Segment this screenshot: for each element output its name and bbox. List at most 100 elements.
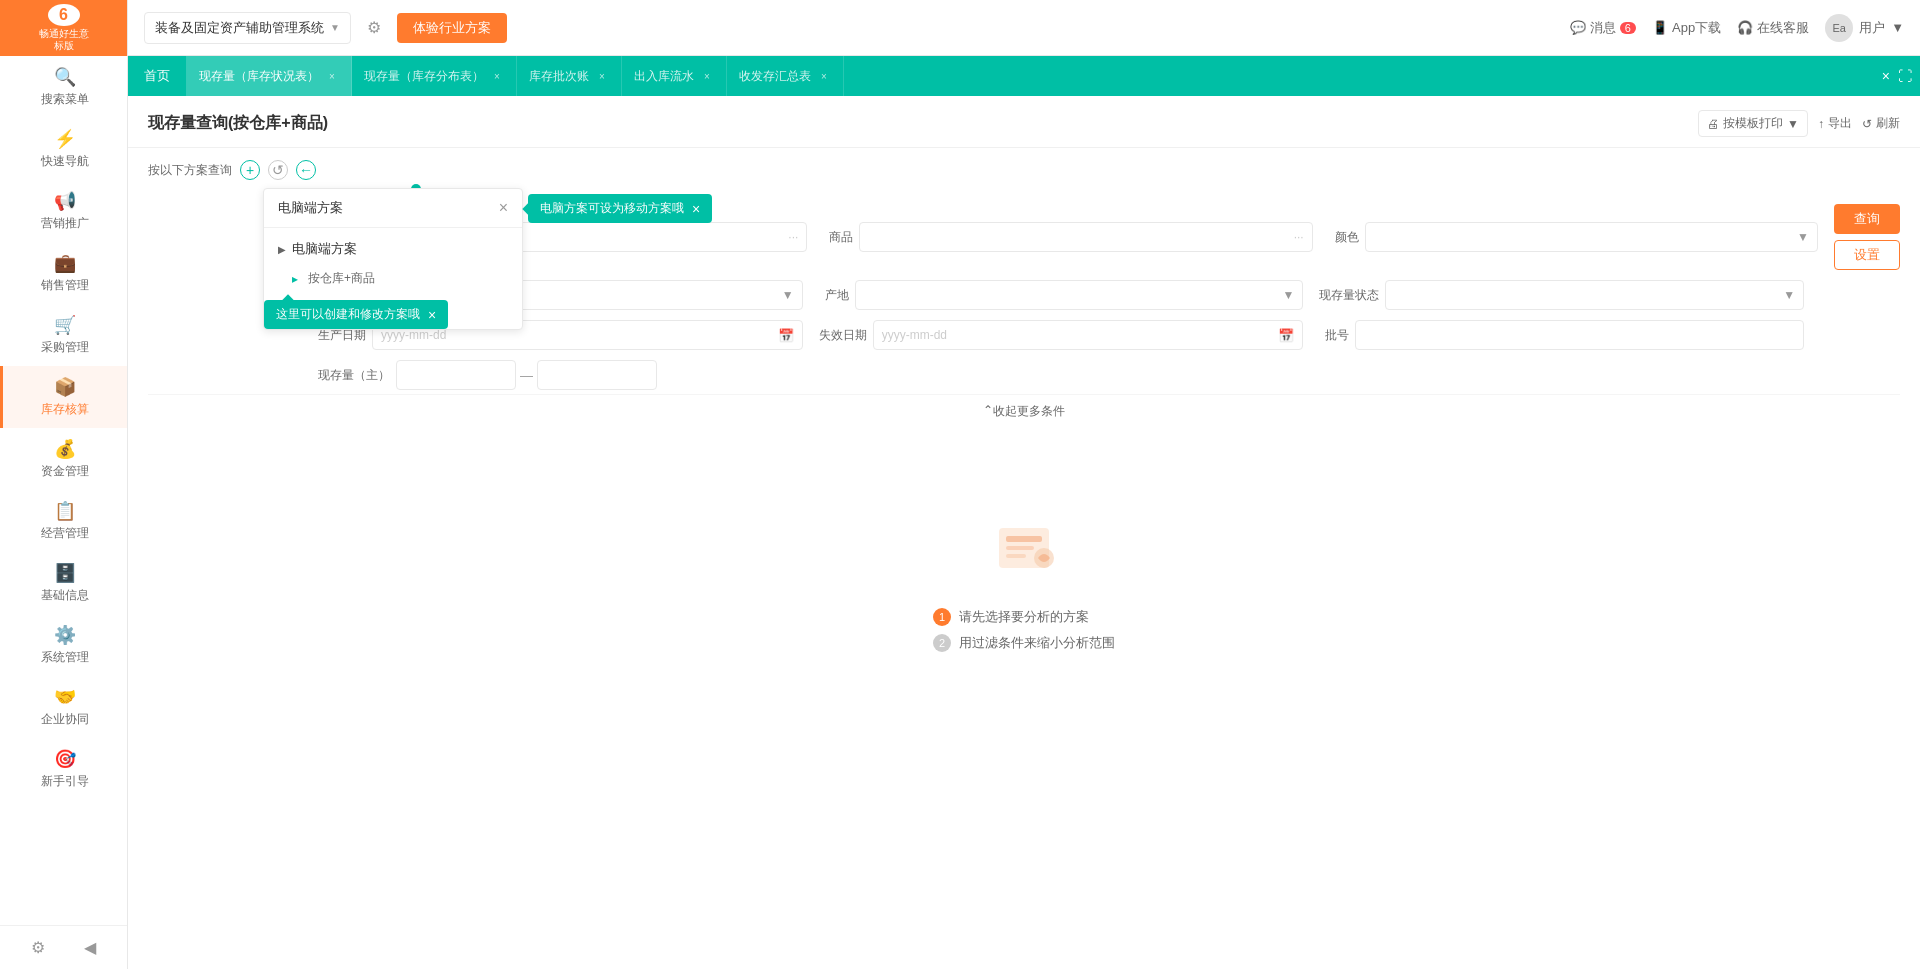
sidebar-item-marketing[interactable]: 📢 营销推广 xyxy=(0,180,127,242)
page-title: 现存量查询(按仓库+商品) xyxy=(148,113,328,134)
tab-io-flow-close[interactable]: × xyxy=(700,69,714,83)
sidebar-item-quick-nav[interactable]: ⚡ 快速导航 xyxy=(0,118,127,180)
origin-select[interactable]: ▼ xyxy=(855,280,1304,310)
sidebar-item-inventory[interactable]: 📦 库存核算 xyxy=(0,366,127,428)
batch-label: 批号 xyxy=(1319,327,1349,344)
field-product: 商品 ··· xyxy=(823,204,1312,270)
sidebar-item-guide[interactable]: 🎯 新手引导 xyxy=(0,738,127,800)
sidebar-item-finance[interactable]: 💰 资金管理 xyxy=(0,428,127,490)
tab-fullscreen-icon[interactable]: ⛶ xyxy=(1898,68,1912,84)
settings-gear-btn[interactable]: ⚙ xyxy=(363,14,385,41)
tab-collect-summary-close[interactable]: × xyxy=(817,69,831,83)
tab-io-flow-label: 出入库流水 xyxy=(634,68,694,85)
tab-home[interactable]: 首页 xyxy=(128,56,187,96)
product-dots: ··· xyxy=(1294,230,1304,244)
online-service-btn[interactable]: 🎧 在线客服 xyxy=(1737,19,1809,37)
operations-icon: 📋 xyxy=(54,500,76,522)
exp-date-calendar-icon: 📅 xyxy=(1278,328,1294,343)
tab-inventory-status[interactable]: 现存量（库存状况表） × xyxy=(187,56,352,96)
user-area[interactable]: Ea 用户 ▼ xyxy=(1825,14,1904,42)
stock-status-label: 现存量状态 xyxy=(1319,287,1379,304)
product-select[interactable]: ··· xyxy=(859,222,1312,252)
tab-collect-summary[interactable]: 收发存汇总表 × xyxy=(727,56,844,96)
content-area: 现存量查询(按仓库+商品) 🖨 按模板打印 ▼ ↑ 导出 ↺ 刷新 xyxy=(128,96,1920,969)
sidebar-item-system[interactable]: ⚙️ 系统管理 xyxy=(0,614,127,676)
filter-label: 按以下方案查询 xyxy=(148,162,232,179)
batch-input[interactable] xyxy=(1355,320,1804,350)
scheme-item-sub[interactable]: ▸ 按仓库+商品 xyxy=(264,266,522,291)
system-icon: ⚙️ xyxy=(54,624,76,646)
tab-close-all-icon[interactable]: × xyxy=(1882,68,1890,84)
search-icon: 🔍 xyxy=(54,66,76,88)
more-conditions-row[interactable]: ⌃ 收起更多条件 xyxy=(148,394,1900,428)
footer-collapse-btn[interactable]: ◀ xyxy=(84,938,96,957)
sidebar-item-operations[interactable]: 📋 经营管理 xyxy=(0,490,127,552)
export-icon: ↑ xyxy=(1818,117,1824,131)
sidebar-label-base: 基础信息 xyxy=(41,587,89,604)
sidebar-item-base[interactable]: 🗄️ 基础信息 xyxy=(0,552,127,614)
filter-row-4: 现存量（主） — xyxy=(148,360,1900,390)
field-stock-status: 现存量状态 ▼ xyxy=(1319,280,1804,310)
message-btn[interactable]: 💬 消息 6 xyxy=(1570,19,1636,37)
sidebar-label-purchase: 采购管理 xyxy=(41,339,89,356)
origin-chevron: ▼ xyxy=(1282,288,1294,302)
stock-status-select[interactable]: ▼ xyxy=(1385,280,1804,310)
stock-main-min-input[interactable] xyxy=(396,360,516,390)
tab-inventory-dist-label: 现存量（库存分布表） xyxy=(364,68,484,85)
size-chevron: ▼ xyxy=(782,288,794,302)
phone-icon: 📱 xyxy=(1652,20,1668,35)
scheme-item-desktop[interactable]: ▶ 电脑端方案 xyxy=(264,232,522,266)
color-select[interactable]: ▼ xyxy=(1365,222,1818,252)
filter-add-btn[interactable]: + xyxy=(240,160,260,180)
print-btn[interactable]: 🖨 按模板打印 ▼ xyxy=(1698,110,1808,137)
field-batch: 批号 xyxy=(1319,320,1804,350)
tooltip-desktop-close[interactable]: × xyxy=(692,201,700,217)
field-stock-main: 现存量（主） — xyxy=(318,360,657,390)
collapse-icon: ⌃ xyxy=(983,403,993,420)
sidebar-label-enterprise: 企业协同 xyxy=(41,711,89,728)
system-name-selector[interactable]: 装备及固定资产辅助管理系统 ▼ xyxy=(144,12,351,44)
origin-label: 产地 xyxy=(819,287,849,304)
search-btn[interactable]: 查询 xyxy=(1834,204,1900,234)
field-exp-date: 失效日期 yyyy-mm-dd 📅 xyxy=(819,320,1304,350)
tab-inventory-status-label: 现存量（库存状况表） xyxy=(199,68,319,85)
tab-batch-account[interactable]: 库存批次账 × xyxy=(517,56,622,96)
scheme-panel-close-btn[interactable]: × xyxy=(499,199,508,217)
filter-refresh-btn[interactable]: ↺ xyxy=(268,160,288,180)
tab-inventory-status-close[interactable]: × xyxy=(325,69,339,83)
export-btn[interactable]: ↑ 导出 xyxy=(1818,115,1852,132)
user-chevron: ▼ xyxy=(1891,20,1904,35)
filter-back-btn[interactable]: ← xyxy=(296,160,316,180)
refresh-btn[interactable]: ↺ 刷新 xyxy=(1862,115,1900,132)
tab-batch-account-close[interactable]: × xyxy=(595,69,609,83)
app-download-btn[interactable]: 📱 App下载 xyxy=(1652,19,1721,37)
tooltip-desktop: 电脑方案可设为移动方案哦 × xyxy=(528,194,712,223)
page-actions: 🖨 按模板打印 ▼ ↑ 导出 ↺ 刷新 xyxy=(1698,110,1900,137)
tab-home-label: 首页 xyxy=(144,67,170,85)
sidebar-item-search[interactable]: 🔍 搜索菜单 xyxy=(0,56,127,118)
sidebar-item-enterprise[interactable]: 🤝 企业协同 xyxy=(0,676,127,738)
scheme-desktop-label: 电脑端方案 xyxy=(292,240,357,258)
step-1-text: 请先选择要分析的方案 xyxy=(959,608,1089,626)
system-name-text: 装备及固定资产辅助管理系统 xyxy=(155,19,324,37)
reset-btn[interactable]: 设置 xyxy=(1834,240,1900,270)
tab-inventory-dist[interactable]: 现存量（库存分布表） × xyxy=(352,56,517,96)
tooltip-edit-close[interactable]: × xyxy=(428,307,436,323)
stock-main-max-input[interactable] xyxy=(537,360,657,390)
sidebar-item-purchase[interactable]: 🛒 采购管理 xyxy=(0,304,127,366)
sidebar: 6 畅通好生意 标版 🔍 搜索菜单 ⚡ 快速导航 📢 营销推广 💼 销售管理 🛒… xyxy=(0,0,128,969)
trial-btn[interactable]: 体验行业方案 xyxy=(397,13,507,43)
sidebar-item-sales[interactable]: 💼 销售管理 xyxy=(0,242,127,304)
field-color: 颜色 ▼ xyxy=(1329,204,1818,270)
exp-date-input[interactable]: yyyy-mm-dd 📅 xyxy=(873,320,1304,350)
tab-inventory-dist-close[interactable]: × xyxy=(490,69,504,83)
stock-main-range: — xyxy=(396,360,657,390)
tab-io-flow[interactable]: 出入库流水 × xyxy=(622,56,727,96)
back-arrow-icon: ← xyxy=(299,163,313,177)
footer-settings-btn[interactable]: ⚙ xyxy=(31,938,45,957)
svg-rect-3 xyxy=(1006,554,1026,558)
sidebar-label-system: 系统管理 xyxy=(41,649,89,666)
finance-icon: 💰 xyxy=(54,438,76,460)
enterprise-icon: 🤝 xyxy=(54,686,76,708)
app-logo: 6 畅通好生意 标版 xyxy=(0,0,127,56)
